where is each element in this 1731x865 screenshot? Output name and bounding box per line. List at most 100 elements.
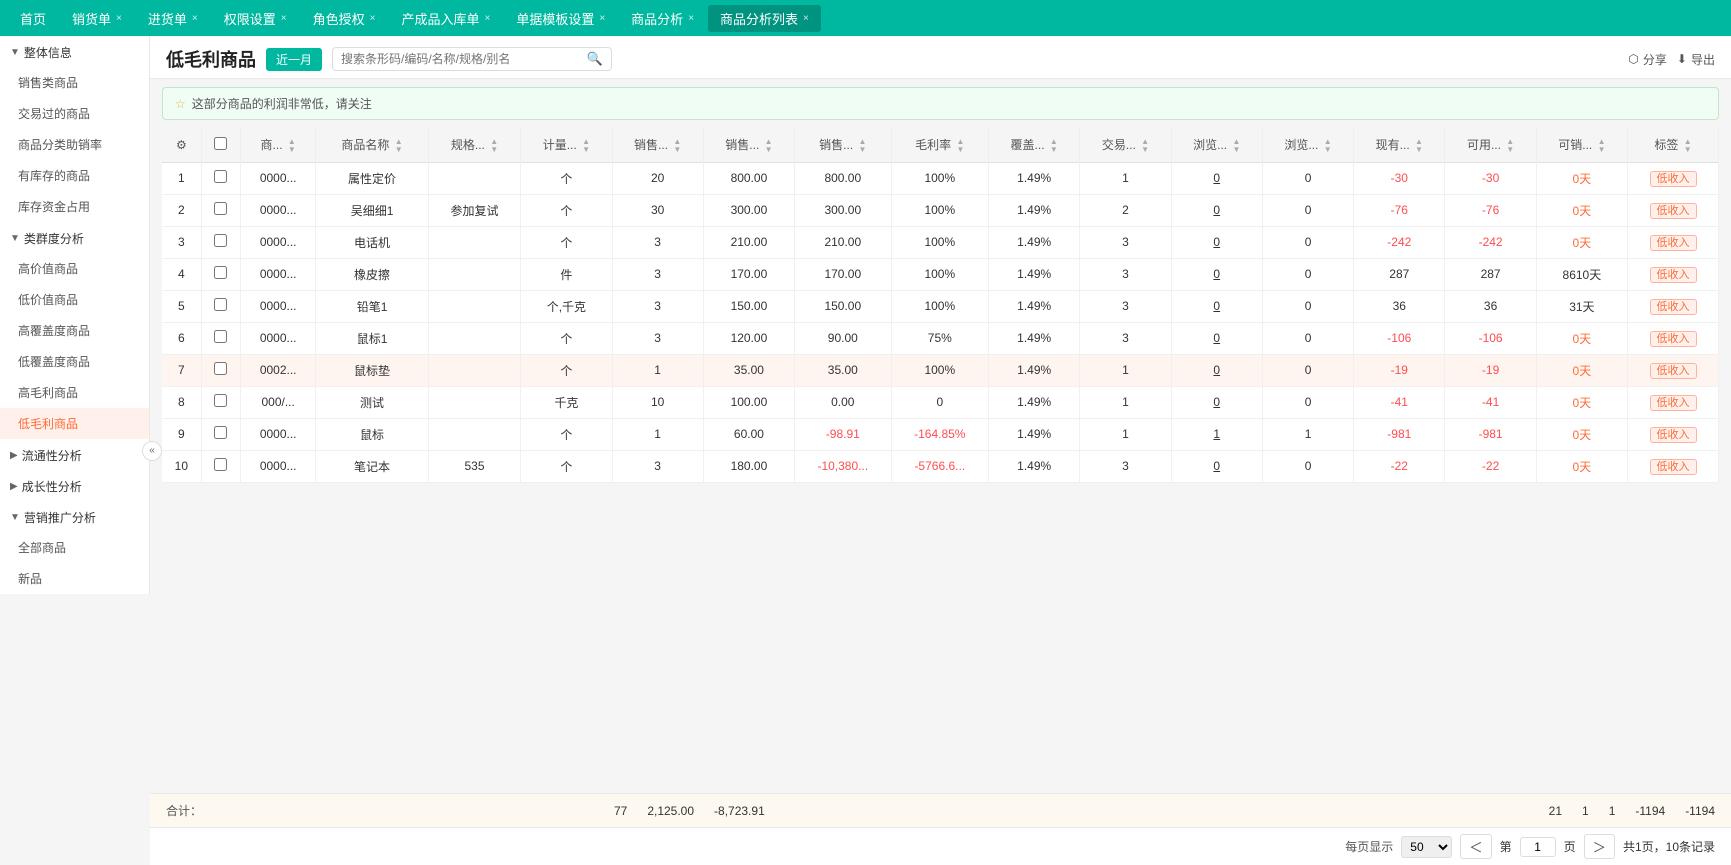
close-icon[interactable]: × [599,13,605,24]
column-current-stock[interactable]: 现有... ▲▼ [1354,128,1445,162]
sidebar-item-high-value[interactable]: 高价值商品 [0,253,149,284]
nav-role-auth[interactable]: 角色授权 × [301,5,388,32]
column-sales-qty[interactable]: 销售... ▲▼ [612,128,703,162]
search-box[interactable]: 🔍 [332,47,612,71]
select-all-checkbox[interactable] [214,137,227,150]
nav-template-settings[interactable]: 单据模板设置 × [504,5,617,32]
column-spec[interactable]: 规格... ▲▼ [428,128,520,162]
sidebar-section-overview[interactable]: ▼ 整体信息 [0,36,149,67]
row-checkbox[interactable] [201,322,240,354]
column-coverage[interactable]: 覆盖... ▲▼ [989,128,1080,162]
row-browse1[interactable]: 0 [1171,226,1262,258]
row-current-stock: -76 [1354,194,1445,226]
row-select-checkbox[interactable] [214,330,227,343]
row-tag: 低收入 [1628,322,1719,354]
column-trade[interactable]: 交易... ▲▼ [1080,128,1171,162]
row-checkbox[interactable] [201,258,240,290]
row-select-checkbox[interactable] [214,298,227,311]
nav-home[interactable]: 首页 [8,5,58,32]
row-checkbox[interactable] [201,354,240,386]
row-select-checkbox[interactable] [214,234,227,247]
row-select-checkbox[interactable] [214,426,227,439]
row-browse1[interactable]: 0 [1171,162,1262,194]
column-sales-price[interactable]: 销售... ▲▼ [703,128,794,162]
sidebar-item-traded-products[interactable]: 交易过的商品 [0,98,149,129]
row-checkbox[interactable] [201,194,240,226]
row-browse2: 0 [1262,194,1353,226]
row-checkbox[interactable] [201,386,240,418]
sidebar-collapse-button[interactable]: « [142,441,162,461]
sidebar-item-all-products[interactable]: 全部商品 [0,532,149,563]
search-input[interactable] [341,52,587,66]
prev-page-button[interactable]: ＜ [1460,834,1491,859]
row-sales-price: 100.00 [703,386,794,418]
row-select-checkbox[interactable] [214,170,227,183]
row-checkbox[interactable] [201,418,240,450]
row-checkbox[interactable] [201,226,240,258]
period-button[interactable]: 近一月 [266,48,322,71]
column-code[interactable]: 商... ▲▼ [241,128,316,162]
close-icon[interactable]: × [192,13,198,24]
sidebar-section-marketing[interactable]: ▼ 营销推广分析 [0,501,149,532]
nav-sales-order[interactable]: 销货单 × [60,5,134,32]
sidebar-section-cluster[interactable]: ▼ 类群度分析 [0,222,149,253]
sidebar-item-in-stock[interactable]: 有库存的商品 [0,160,149,191]
row-checkbox[interactable] [201,290,240,322]
close-icon[interactable]: × [688,13,694,24]
close-icon[interactable]: × [484,13,490,24]
nav-product-analysis[interactable]: 商品分析 × [619,5,706,32]
sidebar-item-new-products[interactable]: 新品 [0,563,149,594]
column-tag[interactable]: 标签 ▲▼ [1628,128,1719,162]
row-browse1[interactable]: 0 [1171,258,1262,290]
page-number-input[interactable] [1520,837,1556,857]
close-icon[interactable]: × [803,13,809,24]
sidebar-item-low-value[interactable]: 低价值商品 [0,284,149,315]
sidebar-item-high-coverage[interactable]: 高覆盖度商品 [0,315,149,346]
row-checkbox[interactable] [201,450,240,482]
sidebar-item-low-coverage[interactable]: 低覆盖度商品 [0,346,149,377]
sidebar-item-sales-products[interactable]: 销售类商品 [0,67,149,98]
export-button[interactable]: ⬇ 导出 [1677,51,1715,68]
sidebar-item-high-margin[interactable]: 高毛利商品 [0,377,149,408]
nav-product-storage[interactable]: 产成品入库单 × [389,5,502,32]
row-select-checkbox[interactable] [214,394,227,407]
row-select-checkbox[interactable] [214,202,227,215]
per-page-select[interactable]: 50 20 100 [1401,836,1452,858]
column-settings[interactable]: ⚙ [162,128,201,162]
column-unit[interactable]: 计量... ▲▼ [521,128,612,162]
column-checkbox[interactable] [201,128,240,162]
nav-product-analysis-list[interactable]: 商品分析列表 × [708,5,821,32]
row-browse1[interactable]: 0 [1171,290,1262,322]
nav-permission-settings[interactable]: 权限设置 × [212,5,299,32]
column-browse1[interactable]: 浏览... ▲▼ [1171,128,1262,162]
row-browse1[interactable]: 0 [1171,354,1262,386]
next-page-button[interactable]: ＞ [1584,834,1615,859]
sidebar-item-category-rate[interactable]: 商品分类助销率 [0,129,149,160]
close-icon[interactable]: × [281,13,287,24]
close-icon[interactable]: × [116,13,122,24]
row-select-checkbox[interactable] [214,266,227,279]
row-browse1[interactable]: 0 [1171,322,1262,354]
row-select-checkbox[interactable] [214,458,227,471]
row-available: -242 [1445,226,1536,258]
sidebar-section-flow[interactable]: ▶ 流通性分析 [0,439,149,470]
column-name[interactable]: 商品名称 ▲▼ [316,128,428,162]
sidebar-item-low-margin[interactable]: 低毛利商品 [0,408,149,439]
nav-purchase-order[interactable]: 进货单 × [136,5,210,32]
row-browse1[interactable]: 0 [1171,450,1262,482]
share-button[interactable]: ⬡ 分享 [1628,51,1667,68]
column-gross-margin[interactable]: 毛利率 ▲▼ [891,128,989,162]
row-browse1[interactable]: 0 [1171,386,1262,418]
row-gross-margin: 100% [891,226,989,258]
column-sales-amount[interactable]: 销售... ▲▼ [795,128,891,162]
row-browse1[interactable]: 0 [1171,194,1262,226]
column-browse2[interactable]: 浏览... ▲▼ [1262,128,1353,162]
column-saleable[interactable]: 可销... ▲▼ [1536,128,1627,162]
sidebar-item-stock-funds[interactable]: 库存资金占用 [0,191,149,222]
row-browse1[interactable]: 1 [1171,418,1262,450]
column-available[interactable]: 可用... ▲▼ [1445,128,1536,162]
row-checkbox[interactable] [201,162,240,194]
sidebar-section-growth[interactable]: ▶ 成长性分析 [0,470,149,501]
close-icon[interactable]: × [370,13,376,24]
row-select-checkbox[interactable] [214,362,227,375]
